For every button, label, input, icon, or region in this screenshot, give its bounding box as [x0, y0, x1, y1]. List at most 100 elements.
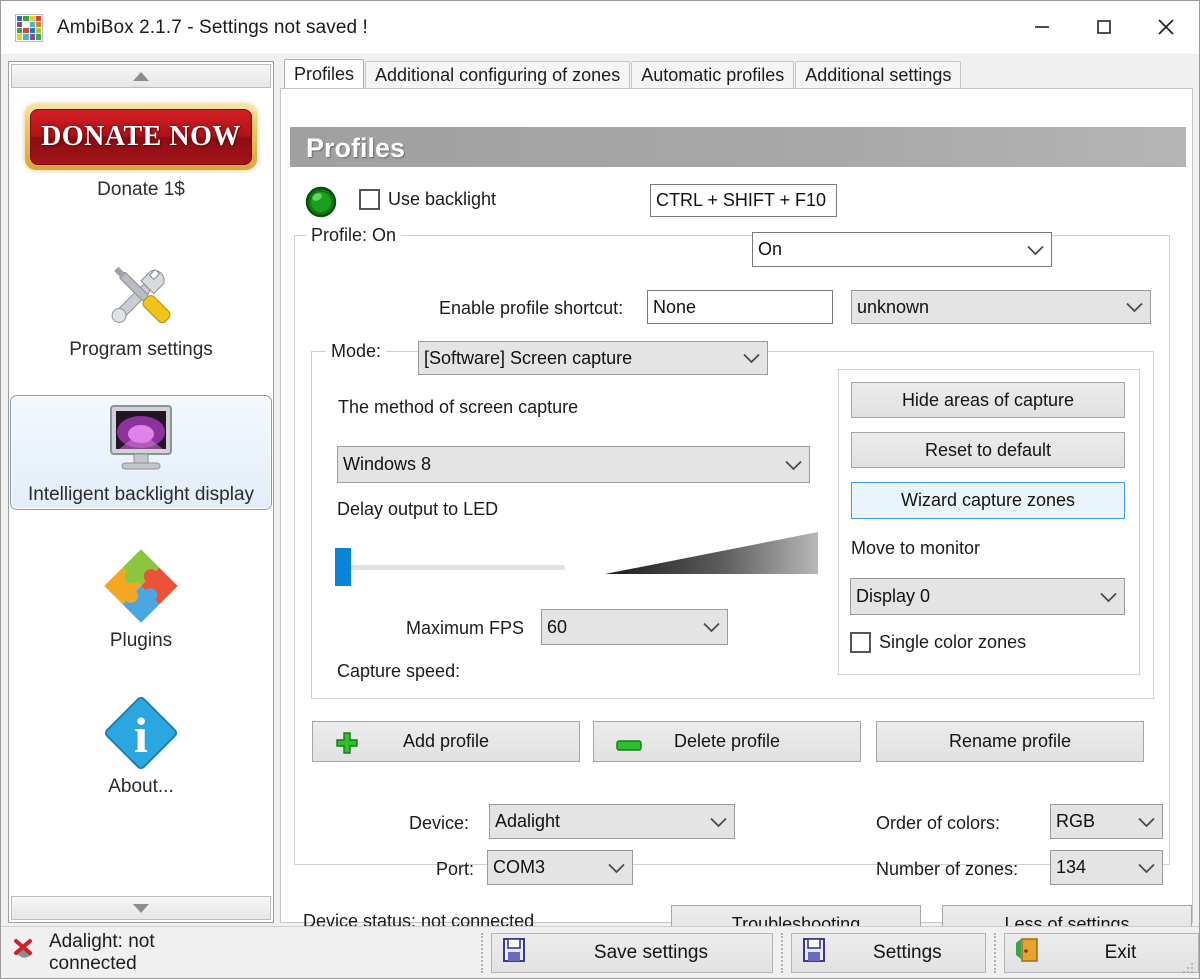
sidebar-scroll-up[interactable]: [11, 64, 271, 88]
tab-automatic-profiles[interactable]: Automatic profiles: [631, 61, 795, 89]
tab-page-profiles: Profiles Use backlight CTRL + SHIFT + F1…: [280, 88, 1193, 943]
tab-additional-settings[interactable]: Additional settings: [795, 61, 962, 89]
number-of-zones-label: Number of zones:: [876, 859, 1019, 879]
tab-label: Additional configuring of zones: [375, 65, 621, 85]
save-settings-button[interactable]: Save settings: [491, 932, 773, 973]
rename-profile-button[interactable]: Rename profile: [876, 721, 1144, 762]
save-icon: [802, 937, 826, 969]
minimize-icon[interactable]: [1011, 1, 1073, 53]
profile-group-label: Profile: On: [306, 225, 402, 246]
tab-profiles[interactable]: Profiles: [284, 59, 365, 89]
slider-thumb[interactable]: [335, 548, 351, 586]
enable-profile-shortcut-field[interactable]: None: [647, 290, 833, 324]
sidebar-item-label: Plugins: [109, 630, 173, 652]
hide-areas-of-capture-button[interactable]: Hide areas of capture: [851, 382, 1125, 418]
button-label: Delete profile: [673, 731, 781, 751]
enable-profile-shortcut-value: None: [653, 296, 697, 317]
chevron-down-icon: [703, 617, 720, 638]
number-of-zones-value: 134: [1056, 857, 1087, 877]
number-of-zones-select[interactable]: 134: [1050, 850, 1163, 885]
connection-status: Adalight: not connected: [1, 931, 241, 975]
order-of-colors-select[interactable]: RGB: [1050, 804, 1163, 839]
capture-method-label: The method of screen capture: [338, 397, 579, 417]
move-to-monitor-select[interactable]: Display 0: [850, 578, 1125, 615]
window-title: AmbiBox 2.1.7 - Settings not saved !: [57, 16, 368, 38]
single-color-zones-label: Single color zones: [879, 632, 1027, 652]
sidebar-scroll-down[interactable]: [11, 896, 271, 920]
sidebar: DONATE NOW Donate 1$ Program settings In…: [8, 61, 274, 923]
chevron-down-icon: [1100, 586, 1117, 607]
button-label: Add profile: [402, 731, 490, 751]
info-icon: i: [95, 690, 187, 776]
window-controls: [1011, 1, 1197, 53]
chevron-down-icon: [785, 454, 802, 475]
disconnected-icon: [13, 938, 39, 968]
port-select[interactable]: COM3: [487, 850, 633, 885]
mode-select-value: [Software] Screen capture: [424, 347, 633, 368]
use-backlight-checkbox[interactable]: Use backlight: [359, 189, 496, 210]
page-title-band: Profiles: [290, 127, 1186, 167]
shortcut-device-value: unknown: [857, 296, 930, 317]
status-separator: [993, 932, 996, 973]
capture-method-select[interactable]: Windows 8: [337, 446, 810, 483]
chevron-down-icon: [743, 348, 760, 369]
profile-select-value: On: [758, 239, 783, 259]
sidebar-item-program-settings[interactable]: Program settings: [10, 245, 272, 365]
checkbox-box: [359, 189, 380, 210]
delete-profile-button[interactable]: Delete profile: [593, 721, 861, 762]
color-grid-icon: [15, 13, 43, 42]
status-separator: [481, 932, 484, 973]
button-label: Save settings: [593, 941, 708, 963]
global-shortcut-field[interactable]: CTRL + SHIFT + F10: [650, 184, 837, 217]
device-select[interactable]: Adalight: [489, 804, 735, 839]
settings-button[interactable]: Settings: [790, 932, 986, 973]
tab-label: Automatic profiles: [641, 65, 785, 85]
enable-profile-shortcut-label: Enable profile shortcut:: [439, 298, 624, 318]
reset-to-default-button[interactable]: Reset to default: [851, 432, 1125, 468]
chevron-down-icon: [1027, 239, 1044, 260]
maximize-icon[interactable]: [1073, 1, 1135, 53]
tab-additional-configuring-of-zones[interactable]: Additional configuring of zones: [365, 61, 631, 89]
mode-group-label: Mode:: [326, 341, 387, 362]
move-to-monitor-value: Display 0: [856, 586, 931, 606]
capture-method-value: Windows 8: [343, 454, 432, 474]
sidebar-item-about[interactable]: i About...: [10, 684, 272, 802]
sidebar-item-intelligent-backlight-display[interactable]: Intelligent backlight display: [10, 394, 272, 511]
connection-status-text: Adalight: not connected: [49, 930, 155, 974]
shortcut-device-select[interactable]: unknown: [851, 290, 1151, 324]
resize-grip[interactable]: [1181, 961, 1195, 975]
sidebar-item-label: About...: [108, 775, 174, 797]
button-label: Rename profile: [948, 731, 1072, 751]
chevron-down-icon: [1126, 297, 1143, 318]
slider-track: [343, 565, 565, 570]
donate-caption: Donate 1$: [97, 179, 185, 200]
chevron-down-icon: [1138, 857, 1155, 878]
plus-icon: [335, 731, 359, 760]
chevron-up-icon: [133, 71, 149, 81]
mode-select[interactable]: [Software] Screen capture: [418, 341, 768, 375]
device-label: Device:: [409, 813, 470, 833]
sidebar-item-plugins[interactable]: Plugins: [10, 536, 272, 656]
chevron-down-icon: [133, 903, 149, 913]
green-led-icon: [304, 185, 338, 219]
donate-button-label: DONATE NOW: [41, 121, 241, 152]
max-fps-select[interactable]: 60: [541, 609, 728, 645]
wizard-capture-zones-button[interactable]: Wizard capture zones: [851, 482, 1125, 519]
delay-output-label: Delay output to LED: [337, 499, 499, 519]
sidebar-body: DONATE NOW Donate 1$ Program settings In…: [9, 90, 273, 894]
single-color-zones-checkbox[interactable]: Single color zones: [850, 632, 1026, 653]
button-label: Settings: [873, 941, 942, 963]
order-of-colors-value: RGB: [1056, 811, 1096, 831]
donate-now-button[interactable]: DONATE NOW: [25, 104, 257, 170]
move-to-monitor-label: Move to monitor: [851, 538, 981, 558]
exit-button[interactable]: Exit: [1003, 932, 1200, 973]
capture-speed-label: Capture speed:: [337, 661, 461, 681]
puzzle-icon: [95, 542, 187, 630]
close-icon[interactable]: [1135, 1, 1197, 53]
global-shortcut-value: CTRL + SHIFT + F10: [656, 190, 827, 210]
port-label: Port:: [436, 859, 475, 879]
add-profile-button[interactable]: Add profile: [312, 721, 580, 762]
monitor-icon: [95, 402, 187, 484]
tab-label: Additional settings: [805, 65, 952, 85]
profile-select[interactable]: On: [752, 232, 1052, 267]
